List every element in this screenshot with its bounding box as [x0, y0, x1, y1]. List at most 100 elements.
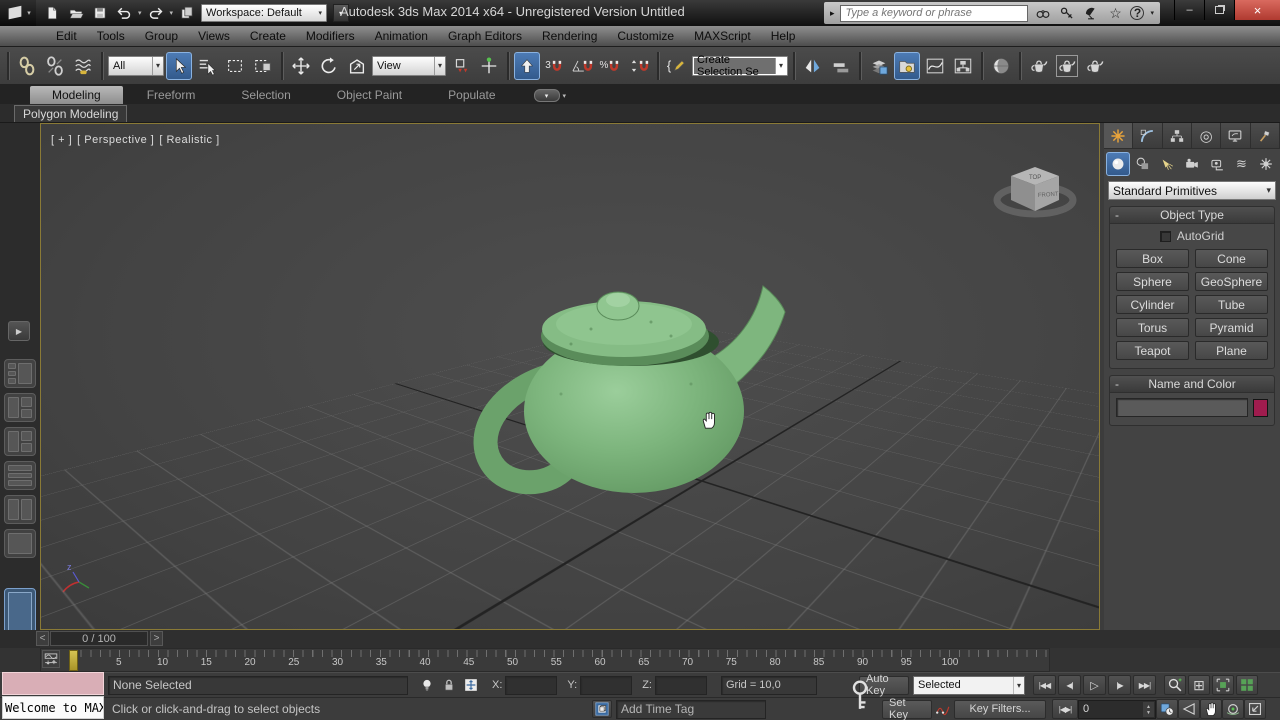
primitive-button[interactable]: Torus	[1116, 318, 1189, 337]
viewport-layout-preset[interactable]	[4, 427, 36, 456]
go-to-start-button[interactable]: |◀◀	[1032, 675, 1056, 695]
open-file-button[interactable]	[66, 3, 86, 23]
redo-button[interactable]	[146, 3, 166, 23]
object-type-rollout-header[interactable]: - Object Type	[1110, 207, 1274, 224]
select-and-rotate-button[interactable]	[316, 52, 342, 80]
key-mode-toggle-button[interactable]: |◀▶|	[1052, 699, 1078, 719]
time-slider-handle[interactable]	[69, 650, 78, 671]
frame-spinner[interactable]: ▲ ▼	[1143, 701, 1154, 717]
geometry-category-dropdown[interactable]: Standard Primitives ▾	[1108, 181, 1276, 200]
keyboard-shortcut-override-toggle[interactable]	[514, 51, 540, 80]
object-color-swatch[interactable]	[1253, 398, 1268, 417]
z-coordinate-field[interactable]	[654, 675, 707, 695]
tab-utilities[interactable]	[1250, 123, 1280, 148]
field-of-view-button[interactable]	[1178, 699, 1200, 719]
bind-to-space-warp-button[interactable]	[70, 52, 96, 80]
time-slider-track[interactable]: 0510152025303540455055606570758085909510…	[40, 648, 1050, 672]
autogrid-checkbox[interactable]	[1159, 230, 1171, 242]
minimize-button[interactable]: –	[1174, 0, 1204, 20]
ribbon-tab-object-paint[interactable]: Object Paint	[315, 86, 424, 104]
search-icon[interactable]	[1034, 4, 1052, 22]
menu-item[interactable]: Views	[188, 26, 240, 47]
redo-dropdown-arrow[interactable]: ▾	[170, 9, 174, 17]
ribbon-options-arrow[interactable]: ▾	[563, 92, 567, 100]
key-mode-dropdown[interactable]: Selected ▾	[912, 675, 1025, 695]
set-keys-big-key-button[interactable]	[844, 676, 876, 716]
viewport-layout-preset[interactable]	[4, 359, 36, 388]
manage-layers-button[interactable]	[866, 52, 892, 80]
menu-item[interactable]: Tools	[87, 26, 135, 47]
percent-snap-toggle[interactable]: %	[598, 52, 624, 80]
select-and-manipulate-button[interactable]	[476, 52, 502, 80]
select-and-scale-button[interactable]	[344, 52, 370, 80]
primitive-button[interactable]: Pyramid	[1195, 318, 1268, 337]
named-selection-sets-dropdown[interactable]: Create Selection Se ▾	[692, 54, 788, 78]
trackbar-prev-key-button[interactable]: <	[36, 631, 49, 646]
rendered-frame-window-button[interactable]	[1054, 52, 1080, 80]
set-key-button[interactable]: Set Key	[882, 697, 932, 720]
material-editor-button[interactable]	[988, 52, 1014, 80]
help-icon[interactable]: ?	[1130, 6, 1145, 20]
primitive-button[interactable]: Cylinder	[1116, 295, 1189, 314]
ribbon-tab-populate[interactable]: Populate	[426, 86, 517, 104]
zoom-extents-button[interactable]	[1211, 675, 1234, 695]
unlink-selection-button[interactable]	[42, 52, 68, 80]
menu-item[interactable]: Modifiers	[296, 26, 365, 47]
category-cameras[interactable]	[1180, 152, 1204, 176]
curve-editor-button[interactable]	[922, 52, 948, 80]
graphite-ribbon-toggle[interactable]	[894, 51, 920, 80]
primitive-button[interactable]: Plane	[1195, 341, 1268, 360]
zoom-button[interactable]	[1163, 675, 1186, 695]
default-tangents-icon[interactable]	[932, 699, 954, 719]
menu-item[interactable]: Edit	[46, 26, 87, 47]
menu-item[interactable]: Group	[135, 26, 188, 47]
application-menu-button[interactable]: ▾	[0, 0, 36, 26]
window-crossing-toggle[interactable]	[250, 52, 276, 80]
search-input[interactable]	[840, 4, 1029, 22]
viewport-layout-preset[interactable]	[4, 461, 36, 490]
workspace-selector[interactable]: Workspace: Default ▾	[201, 4, 328, 22]
play-button[interactable]: ▷	[1082, 675, 1106, 695]
primitive-button[interactable]: Sphere	[1116, 272, 1189, 291]
go-to-end-button[interactable]: ▶▶|	[1132, 675, 1156, 695]
undo-dropdown-arrow[interactable]: ▾	[138, 9, 142, 17]
name-and-color-rollout-header[interactable]: - Name and Color	[1110, 376, 1274, 393]
viewcube[interactable]: TOP FRONT	[989, 152, 1081, 224]
next-frame-button[interactable]: |▶	[1107, 675, 1131, 695]
select-object-button[interactable]	[166, 51, 192, 80]
infocenter-collapse-icon[interactable]: ▸	[830, 8, 835, 19]
select-and-link-button[interactable]	[14, 52, 40, 80]
selection-filter-dropdown[interactable]: All ▾	[108, 55, 164, 76]
viewport-layout-preset[interactable]	[4, 495, 36, 524]
spinner-snap-toggle[interactable]	[626, 52, 652, 80]
orbit-button[interactable]	[1222, 699, 1244, 719]
select-by-name-button[interactable]	[194, 52, 220, 80]
category-systems[interactable]	[1254, 152, 1278, 176]
communication-center-icon[interactable]	[1082, 4, 1100, 22]
menu-item[interactable]: Help	[761, 26, 806, 47]
project-folder-button[interactable]	[177, 3, 197, 23]
tab-display[interactable]	[1221, 123, 1251, 148]
menu-item[interactable]: Customize	[607, 26, 684, 47]
selection-lock-toggle[interactable]	[438, 675, 460, 695]
snaps-toggle[interactable]: 3	[542, 52, 568, 80]
open-mini-curve-editor-button[interactable]	[42, 650, 60, 668]
use-pivot-point-center-button[interactable]	[448, 52, 474, 80]
perspective-viewport[interactable]: TOP FRONT [ + ] [ Perspective ] [ Realis…	[40, 123, 1100, 630]
maximize-viewport-toggle[interactable]	[1244, 699, 1266, 719]
trackbar-next-key-button[interactable]: >	[150, 631, 163, 646]
undo-button[interactable]	[114, 3, 134, 23]
favorites-star-icon[interactable]: ☆	[1106, 4, 1124, 22]
primitive-button[interactable]: Box	[1116, 249, 1189, 268]
polygon-modeling-panel-tab[interactable]: Polygon Modeling	[14, 104, 128, 122]
menu-item[interactable]: Create	[240, 26, 296, 47]
isolate-selection-icon[interactable]	[416, 675, 438, 695]
object-name-field[interactable]	[1116, 398, 1248, 417]
schematic-view-button[interactable]	[950, 52, 976, 80]
align-button[interactable]	[828, 52, 854, 80]
category-shapes[interactable]	[1131, 152, 1155, 176]
category-geometry[interactable]	[1106, 152, 1130, 176]
menu-item[interactable]: Graph Editors	[438, 26, 532, 47]
tab-hierarchy[interactable]	[1162, 123, 1192, 148]
help-dropdown-arrow[interactable]: ▾	[1150, 9, 1154, 17]
